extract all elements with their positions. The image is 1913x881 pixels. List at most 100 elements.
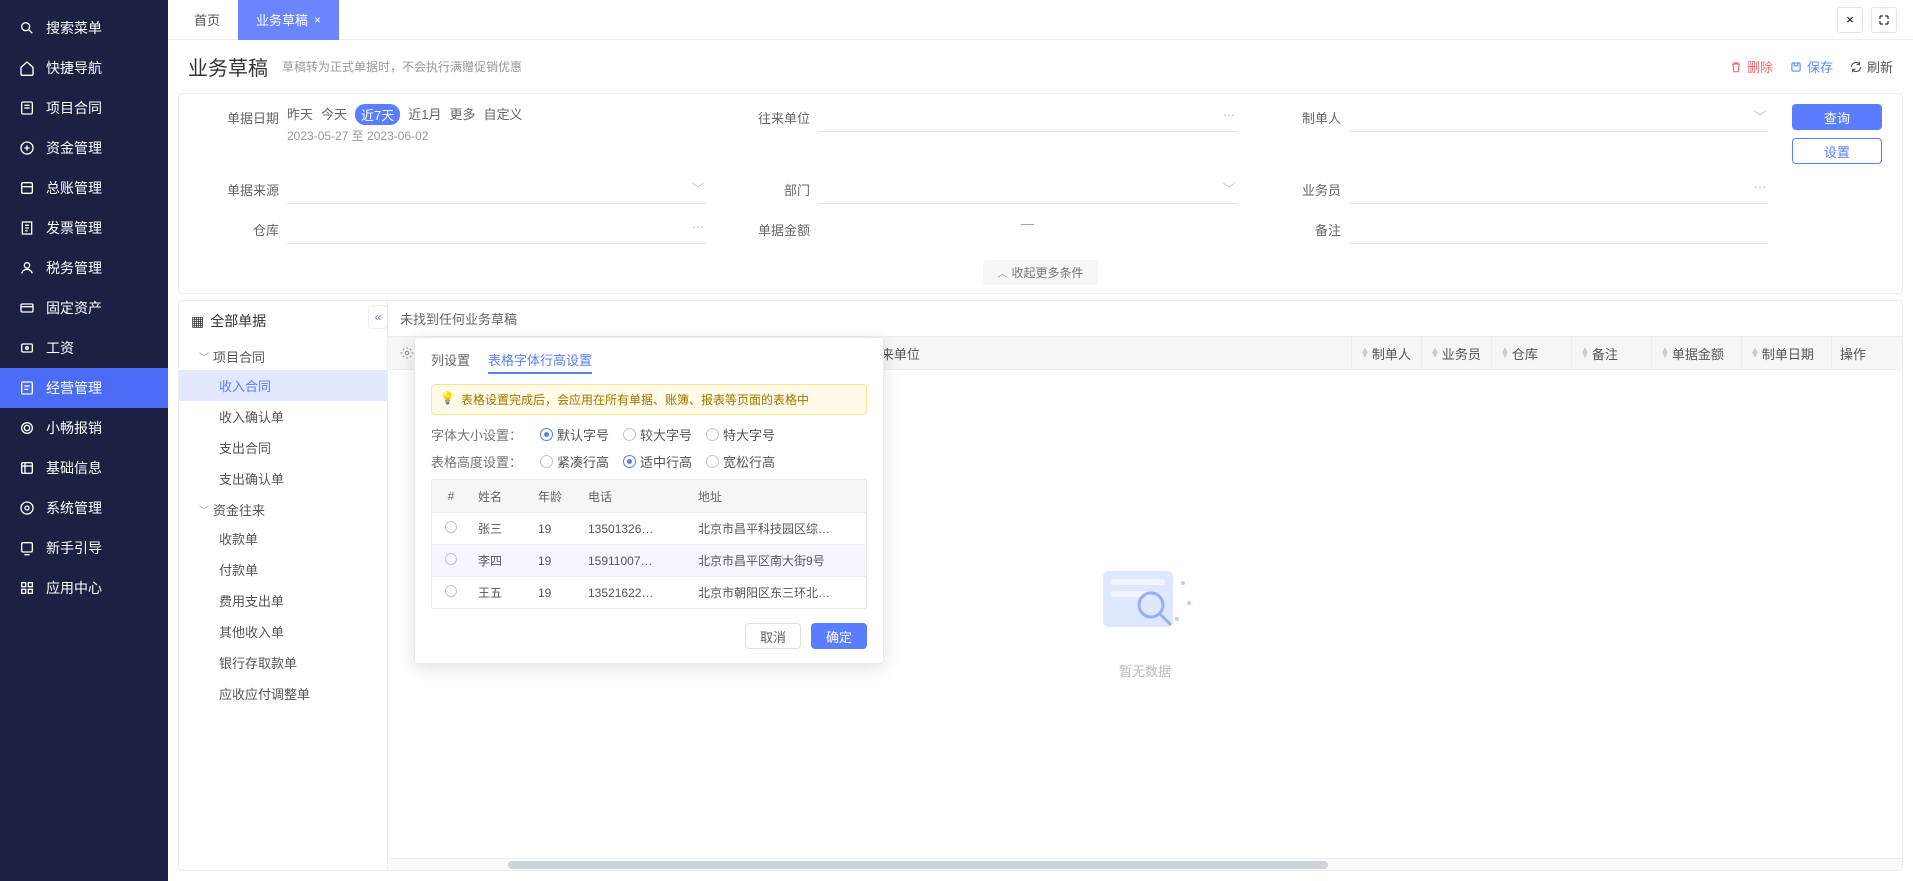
tree-item[interactable]: 费用支出单: [179, 585, 387, 616]
date-quick-4[interactable]: 更多: [450, 104, 476, 125]
save-action[interactable]: 保存: [1789, 57, 1833, 76]
delete-action[interactable]: 删除: [1729, 57, 1773, 76]
tree-item[interactable]: 其他收入单: [179, 616, 387, 647]
row-option-2[interactable]: 宽松行高: [706, 452, 775, 471]
sidebar-item-invoice[interactable]: 发票管理: [0, 208, 168, 248]
preview-header-sel: #: [432, 489, 470, 503]
collapse-left-panel-button[interactable]: «: [368, 305, 388, 329]
source-input[interactable]: [287, 176, 706, 204]
table-header-cell[interactable]: ▲▼业务员: [1422, 337, 1492, 369]
wage-icon: [18, 339, 36, 357]
table-header-cell[interactable]: ▲▼单据金额: [1652, 337, 1742, 369]
remark-input[interactable]: [1349, 216, 1768, 244]
horizontal-scrollbar[interactable]: [388, 858, 1902, 870]
sidebar-item-label: 固定资产: [46, 298, 102, 318]
table-header-cell[interactable]: ▲▼制单日期: [1742, 337, 1832, 369]
chevron-down-icon[interactable]: ﹀: [1754, 108, 1766, 125]
preview-header-phone: 电话: [580, 488, 690, 505]
row-option-0[interactable]: 紧凑行高: [540, 452, 609, 471]
query-button[interactable]: 查询: [1792, 104, 1882, 130]
maker-input[interactable]: [1349, 104, 1768, 132]
sidebar-item-xiaochang[interactable]: 小畅报销: [0, 408, 168, 448]
refresh-icon: [1849, 60, 1863, 74]
tree-item[interactable]: 应收应付调整单: [179, 678, 387, 709]
tree-item[interactable]: 支出确认单: [179, 463, 387, 494]
sidebar-item-tax[interactable]: 税务管理: [0, 248, 168, 288]
date-quick-5[interactable]: 自定义: [484, 104, 523, 125]
more-icon[interactable]: ⋯: [692, 220, 704, 234]
date-quick-3[interactable]: 近1月: [408, 104, 441, 125]
more-icon[interactable]: ⋯: [1223, 108, 1235, 122]
sidebar-item-wage[interactable]: 工资: [0, 328, 168, 368]
date-quick-0[interactable]: 昨天: [287, 104, 313, 125]
table-header-cell[interactable]: ▲▼往来单位: [848, 337, 1352, 369]
tree-item[interactable]: 银行存取款单: [179, 647, 387, 678]
tab-font-settings[interactable]: 表格字体行高设置: [488, 350, 592, 374]
more-icon[interactable]: ⋯: [1754, 180, 1766, 194]
partner-input[interactable]: [818, 104, 1237, 132]
font-option-2[interactable]: 特大字号: [706, 425, 775, 444]
sidebar-item-label: 工资: [46, 338, 74, 358]
biz-icon: [18, 379, 36, 397]
sidebar-item-guide[interactable]: 新手引导: [0, 528, 168, 568]
label-salesman: 业务员: [1261, 176, 1341, 199]
setup-button[interactable]: 设置: [1792, 138, 1882, 164]
tree-item[interactable]: 收入确认单: [179, 401, 387, 432]
fullscreen-icon[interactable]: [1871, 7, 1897, 33]
table-header-cell[interactable]: 操作: [1832, 337, 1902, 369]
sidebar-item-base[interactable]: 基础信息: [0, 448, 168, 488]
sidebar-item-fund[interactable]: 资金管理: [0, 128, 168, 168]
dept-input[interactable]: [818, 176, 1237, 204]
sidebar-item-sys[interactable]: 系统管理: [0, 488, 168, 528]
collapse-filters-button[interactable]: ︿收起更多条件: [983, 260, 1097, 285]
preview-header-name: 姓名: [470, 488, 530, 505]
tab-draft[interactable]: 业务草稿 ×: [238, 0, 339, 40]
date-quick-1[interactable]: 今天: [321, 104, 347, 125]
tree-item[interactable]: 付款单: [179, 554, 387, 585]
tree-item[interactable]: 收款单: [179, 523, 387, 554]
preview-row[interactable]: 张三1913501326…北京市昌平科技园区综…: [432, 512, 866, 544]
warehouse-input[interactable]: [287, 216, 706, 244]
tab-column-settings[interactable]: 列设置: [431, 350, 470, 374]
tree-group[interactable]: ﹀资金往来: [179, 494, 387, 523]
salesman-input[interactable]: [1349, 176, 1768, 204]
close-icon[interactable]: ×: [314, 13, 321, 27]
sidebar-search[interactable]: 搜索菜单: [0, 8, 168, 48]
tree-item[interactable]: 收入合同: [179, 370, 387, 401]
chevron-down-icon[interactable]: ﹀: [692, 180, 704, 197]
refresh-action[interactable]: 刷新: [1849, 57, 1893, 76]
table-header-cell[interactable]: ▲▼仓库: [1492, 337, 1572, 369]
sidebar-item-quick[interactable]: 快捷导航: [0, 48, 168, 88]
radio-icon: [540, 428, 553, 441]
guide-icon: [18, 539, 36, 557]
sidebar-item-apps[interactable]: 应用中心: [0, 568, 168, 608]
sidebar-item-asset[interactable]: 固定资产: [0, 288, 168, 328]
sidebar-item-project[interactable]: 项目合同: [0, 88, 168, 128]
radio-icon: [706, 455, 719, 468]
right-table-panel: 未找到任何业务草稿 ▲▼单据日期▲▼来源应用▲▼业务类型▲▼单据编号▲▼往来单位…: [388, 300, 1903, 871]
close-panel-icon[interactable]: ×: [1837, 7, 1863, 33]
table-header-cell[interactable]: ▲▼备注: [1572, 337, 1652, 369]
preview-row[interactable]: 王五1913521622…北京市朝阳区东三环北…: [432, 576, 866, 608]
tab-home[interactable]: 首页: [176, 0, 238, 40]
tree-item[interactable]: 支出合同: [179, 432, 387, 463]
cancel-button[interactable]: 取消: [745, 623, 801, 649]
sidebar-item-ledger[interactable]: 总账管理: [0, 168, 168, 208]
scrollbar-thumb[interactable]: [508, 861, 1328, 869]
table-header-cell[interactable]: ▲▼制单人: [1352, 337, 1422, 369]
font-option-1[interactable]: 较大字号: [623, 425, 692, 444]
font-option-0[interactable]: 默认字号: [540, 425, 609, 444]
date-quick-2[interactable]: 近7天: [355, 104, 400, 125]
radio-icon: [445, 553, 457, 565]
row-option-1[interactable]: 适中行高: [623, 452, 692, 471]
quick-icon: [18, 59, 36, 77]
tree-group[interactable]: ﹀项目合同: [179, 341, 387, 370]
chevron-down-icon[interactable]: ﹀: [1223, 180, 1235, 197]
label-dept: 部门: [730, 176, 810, 199]
label-remark: 备注: [1261, 216, 1341, 239]
sidebar-item-biz[interactable]: 经营管理: [0, 368, 168, 408]
ok-button[interactable]: 确定: [811, 623, 867, 649]
preview-row[interactable]: 李四1915911007…北京市昌平区南大街9号: [432, 544, 866, 576]
left-tree-panel: ▦ 全部单据 « ﹀项目合同收入合同收入确认单支出合同支出确认单﹀资金往来收款单…: [178, 300, 388, 871]
preview-cell-phone: 15911007…: [580, 554, 690, 568]
